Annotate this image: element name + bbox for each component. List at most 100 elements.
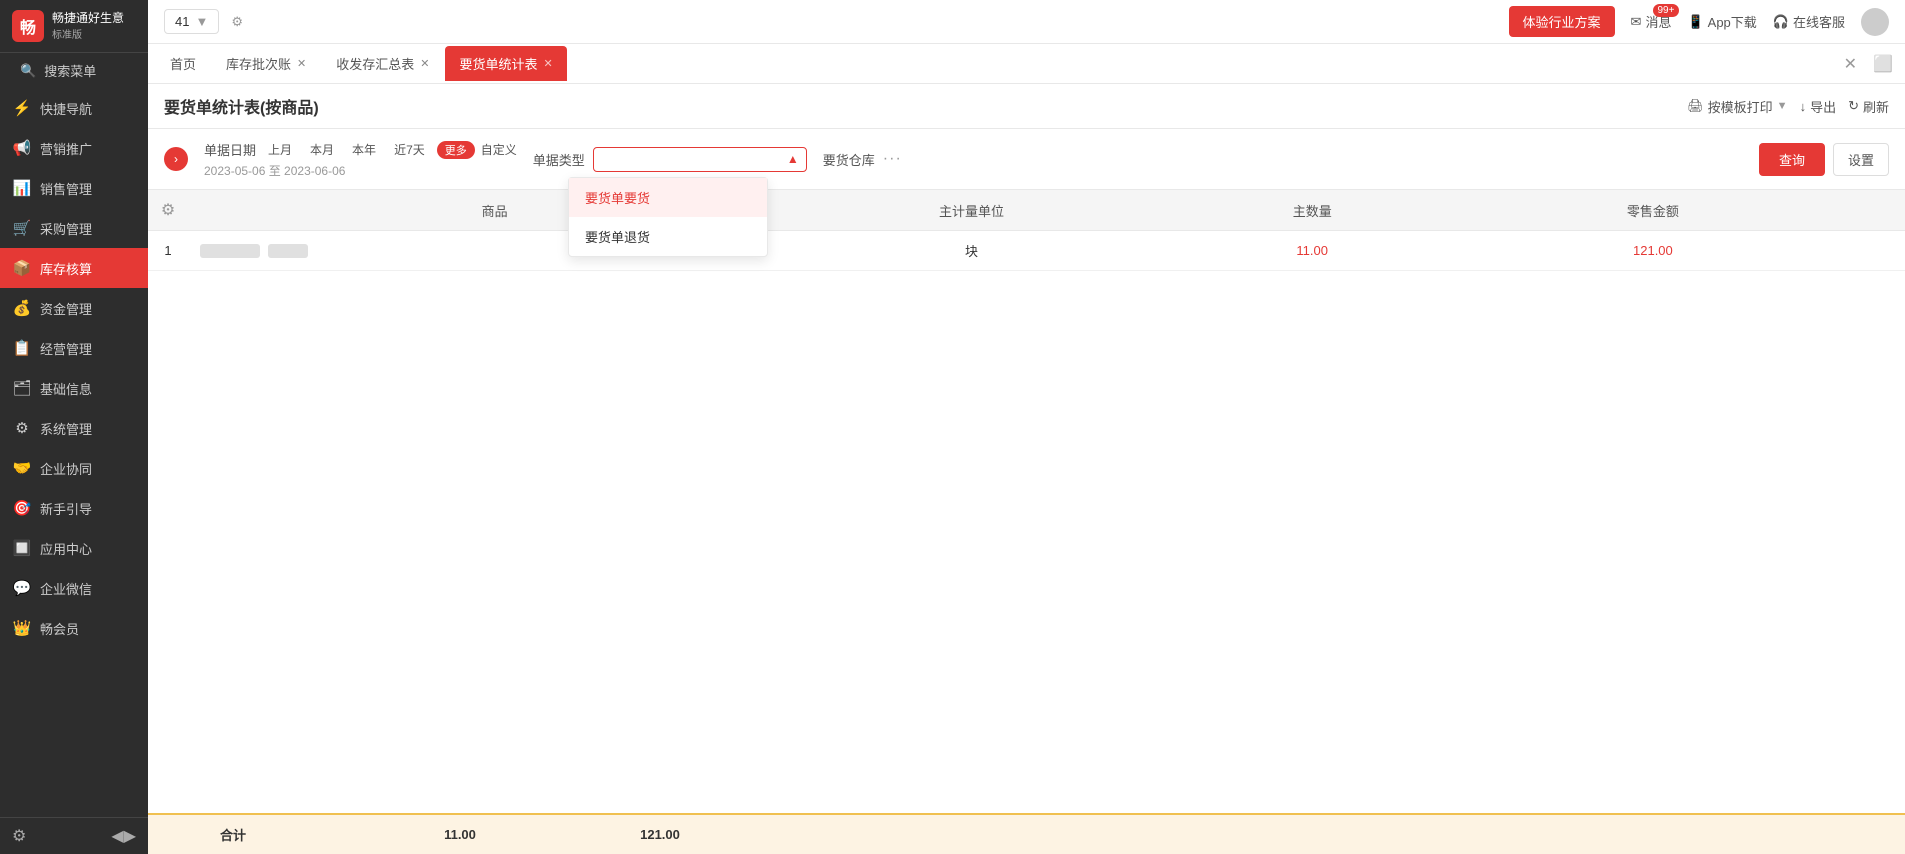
tab-home[interactable]: 首页	[156, 46, 210, 81]
filter-warehouse-group: 要货仓库 ···	[823, 150, 902, 169]
refresh-btn[interactable]: ↻ 刷新	[1848, 97, 1889, 116]
messages-badge: 99+	[1653, 4, 1680, 17]
user-avatar[interactable]	[1861, 8, 1889, 36]
tab-delivery-summary[interactable]: 收发存汇总表 ✕	[322, 46, 443, 81]
sidebar-item-wechat[interactable]: 💬 企业微信	[0, 568, 148, 608]
tab-order-stats-label: 要货单统计表	[459, 54, 537, 73]
qty-value: 11.00	[1296, 243, 1328, 258]
date-filter-label: 单据日期	[204, 140, 256, 159]
trial-btn[interactable]: 体验行业方案	[1509, 6, 1615, 37]
warehouse-dots[interactable]: ···	[883, 150, 902, 168]
col-qty-label: 主数量	[1293, 204, 1332, 219]
sidebar-item-basic[interactable]: 🗂 基础信息	[0, 368, 148, 408]
settings-btn[interactable]: 设置	[1833, 143, 1889, 176]
row-no: 1	[148, 231, 188, 271]
this-month-btn[interactable]: 本月	[304, 139, 340, 160]
dropdown-item-return[interactable]: 要货单退货	[569, 217, 767, 256]
sidebar-item-operations[interactable]: 📋 经营管理	[0, 328, 148, 368]
store-name: 41	[175, 14, 189, 29]
close-tab-btn[interactable]: ✕	[1840, 50, 1861, 78]
sidebar-item-quick-nav[interactable]: ⚡ 快捷导航	[0, 88, 148, 128]
more-dates-btn[interactable]: 更多	[437, 141, 475, 159]
print-dropdown-arrow[interactable]: ▼	[1777, 100, 1788, 112]
tab-bar-right: ✕ ⬜	[1840, 50, 1897, 78]
sidebar-item-guide[interactable]: 🎯 新手引导	[0, 488, 148, 528]
online-service-label: 在线客服	[1793, 12, 1845, 31]
sidebar-item-label: 企业微信	[40, 579, 92, 598]
filter-date-group: 单据日期 上月 本月 本年 近7天 更多 自定义 2023-05-06 至 20…	[204, 139, 517, 179]
maximize-btn[interactable]: ⬜	[1869, 50, 1897, 78]
tab-delivery-summary-label: 收发存汇总表	[336, 54, 414, 73]
row-qty: 11.00	[1142, 231, 1483, 271]
basic-icon: 🗂	[12, 378, 32, 398]
sidebar-item-enterprise[interactable]: 🤝 企业协同	[0, 448, 148, 488]
app-icon: 📱	[1687, 14, 1703, 30]
sidebar-item-system[interactable]: ⚙ 系统管理	[0, 408, 148, 448]
col-unit-label: 主计量单位	[939, 204, 1004, 219]
page-title: 要货单统计表(按商品)	[164, 94, 319, 118]
sidebar-item-inventory[interactable]: 📦 库存核算	[0, 248, 148, 288]
custom-date-btn[interactable]: 自定义	[481, 141, 517, 158]
settings-bottom-icon[interactable]: ⚙	[12, 826, 26, 846]
system-icon: ⚙	[12, 418, 32, 438]
data-table: ⚙ 商品 主计量单位 主数量 零售金额	[148, 190, 1905, 271]
store-dropdown-arrow: ▼	[195, 14, 208, 29]
footer-qty: 11.00	[410, 827, 510, 842]
close-icon[interactable]: ✕	[420, 57, 429, 70]
print-btn[interactable]: 🖨 按模板打印 ▼	[1687, 97, 1787, 116]
refresh-label: 刷新	[1863, 97, 1889, 116]
guide-icon: 🎯	[12, 498, 32, 518]
sidebar-item-purchase[interactable]: 🛒 采购管理	[0, 208, 148, 248]
sidebar-item-sales[interactable]: 📊 销售管理	[0, 168, 148, 208]
close-icon[interactable]: ✕	[544, 57, 553, 70]
dropdown-item-label: 要货单退货	[585, 230, 650, 245]
col-header-settings: ⚙	[148, 190, 188, 231]
app-download-label: App下载	[1708, 12, 1757, 31]
logo-subtitle: 标准版	[52, 26, 124, 41]
refresh-icon: ↻	[1848, 98, 1859, 114]
sidebar-item-app-center[interactable]: 🔲 应用中心	[0, 528, 148, 568]
app-download-btn[interactable]: 📱 App下载	[1687, 12, 1756, 31]
page-content: 要货单统计表(按商品) 🖨 按模板打印 ▼ ↓ 导出 ↻ 刷新	[148, 84, 1905, 854]
tab-batch-account[interactable]: 库存批次账 ✕	[212, 46, 320, 81]
sidebar-item-label: 库存核算	[40, 259, 92, 278]
search-menu[interactable]: 🔍 搜索菜单	[0, 53, 148, 88]
query-btn[interactable]: 查询	[1759, 143, 1825, 176]
tab-bar: 首页 库存批次账 ✕ 收发存汇总表 ✕ 要货单统计表 ✕ ✕ ⬜	[148, 44, 1905, 84]
sidebar-item-marketing[interactable]: 📢 营销推广	[0, 128, 148, 168]
close-icon[interactable]: ✕	[297, 57, 306, 70]
sidebar-item-member[interactable]: 👑 畅会员	[0, 608, 148, 648]
dropdown-item-requisition[interactable]: 要货单要货	[569, 178, 767, 217]
type-dropdown-arrow[interactable]: ▲	[787, 152, 799, 166]
sidebar-item-label: 企业协同	[40, 459, 92, 478]
store-selector[interactable]: 41 ▼	[164, 9, 219, 34]
sidebar-logo: 畅 畅捷通好生意 标准版	[0, 0, 148, 53]
filter-row: › 单据日期 上月 本月 本年 近7天 更多 自定义 2023-05-0	[164, 139, 1889, 179]
footer-total-label: 合计	[160, 825, 360, 844]
last-7-days-btn[interactable]: 近7天	[388, 139, 431, 160]
last-month-btn[interactable]: 上月	[262, 139, 298, 160]
this-year-btn[interactable]: 本年	[346, 139, 382, 160]
gear-icon[interactable]: ⚙	[231, 14, 243, 30]
type-filter-input[interactable]	[593, 147, 807, 172]
table-footer: 合计 11.00 121.00	[148, 813, 1905, 854]
date-range-display: 2023-05-06 至 2023-06-06	[204, 162, 517, 179]
tab-order-stats[interactable]: 要货单统计表 ✕	[445, 46, 566, 81]
filter-type-group: 单据类型 ▲	[533, 147, 807, 172]
marketing-icon: 📢	[12, 138, 32, 158]
operations-icon: 📋	[12, 338, 32, 358]
member-icon: 👑	[12, 618, 32, 638]
column-settings-icon[interactable]: ⚙	[161, 202, 175, 219]
sidebar-item-label: 经营管理	[40, 339, 92, 358]
export-btn[interactable]: ↓ 导出	[1800, 97, 1837, 116]
sidebar-nav: ⚡ 快捷导航 📢 营销推广 📊 销售管理 🛒 采购管理 📦 库存核算 💰 资金管…	[0, 88, 148, 817]
collapse-icon[interactable]: ◀▶	[111, 826, 136, 846]
warehouse-filter-label: 要货仓库	[823, 150, 875, 169]
app-center-icon: 🔲	[12, 538, 32, 558]
sidebar-item-finance[interactable]: 💰 资金管理	[0, 288, 148, 328]
top-header-actions: 体验行业方案 ✉ 消息 99+ 📱 App下载 🎧 在线客服	[1509, 6, 1889, 37]
messages-btn[interactable]: ✉ 消息 99+	[1631, 12, 1672, 31]
online-service-btn[interactable]: 🎧 在线客服	[1773, 12, 1845, 31]
collapse-filter-btn[interactable]: ›	[164, 147, 188, 171]
main-content: 41 ▼ ⚙ 体验行业方案 ✉ 消息 99+ 📱 App下载 🎧 在线客服	[148, 0, 1905, 854]
